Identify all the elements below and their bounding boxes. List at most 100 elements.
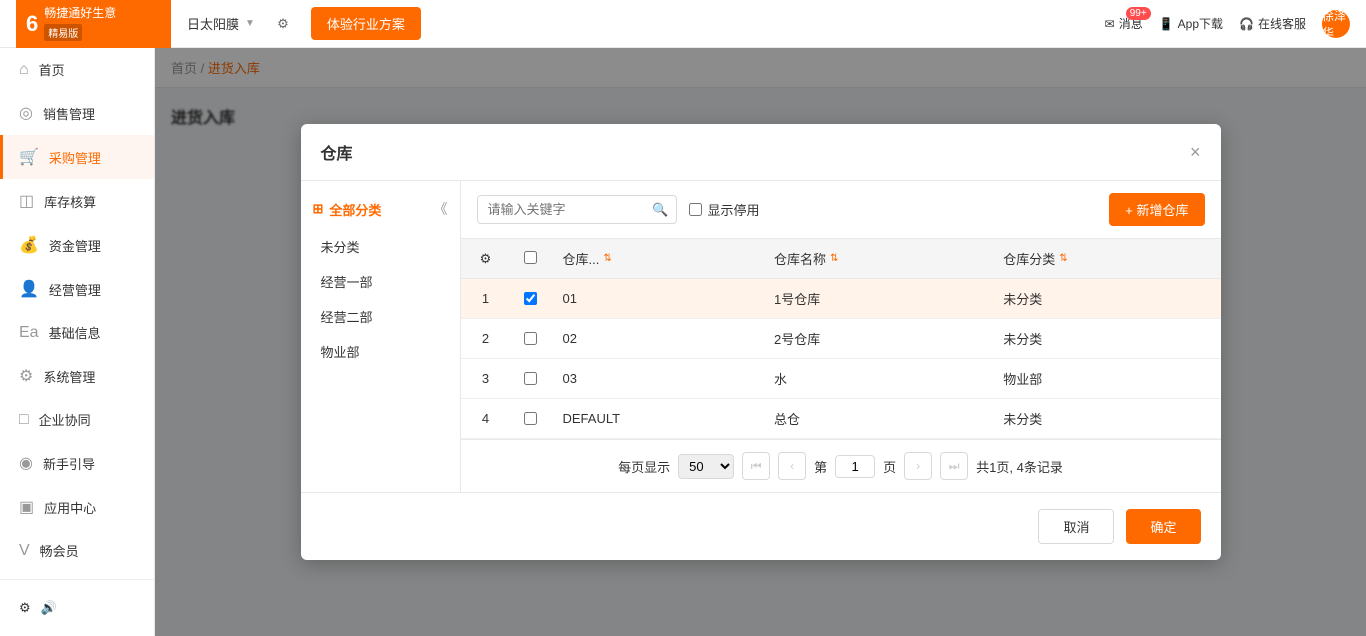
table-row[interactable]: 1 01 1号仓库 未分类 — [461, 279, 1221, 319]
table-wrap: ⚙ 仓库... ⇅ — [461, 239, 1221, 439]
tree-item-property[interactable]: 物业部 — [301, 334, 460, 369]
sidebar-item-inventory[interactable]: ◫ 库存核算 — [0, 179, 154, 223]
sidebar-item-basic[interactable]: Ea 基础信息 — [0, 311, 154, 354]
add-warehouse-button[interactable]: + 新增仓库 — [1109, 193, 1204, 226]
sidebar-item-purchase[interactable]: 🛒 采购管理 — [0, 135, 154, 179]
pagination-wrap: 每页显示 50 10 20 100 ⏮ ‹ 第 页 — [461, 439, 1221, 492]
finance-icon: 💰 — [19, 235, 39, 255]
service-btn[interactable]: 🎧 在线客服 — [1239, 15, 1306, 32]
warehouse-modal: 仓库 × ⊞ 全部分类 《 未分类 — [301, 124, 1221, 560]
tree-item-dept1[interactable]: 经营一部 — [301, 264, 460, 299]
sidebar-item-home[interactable]: ⌂ 首页 — [0, 48, 154, 91]
tree-item-unclassified[interactable]: 未分类 — [301, 229, 460, 264]
operation-icon: 👤 — [19, 279, 39, 299]
store-selector[interactable]: 日太阳膜 ▼ — [187, 14, 255, 33]
trial-button[interactable]: 体验行业方案 — [311, 7, 421, 40]
show-disabled-checkbox[interactable] — [689, 203, 702, 216]
sales-icon: ◎ — [19, 103, 33, 123]
sidebar-label-sales: 销售管理 — [43, 104, 95, 123]
sidebar-item-guide[interactable]: ◉ 新手引导 — [0, 441, 154, 485]
table-row[interactable]: 4 DEFAULT 总仓 未分类 — [461, 399, 1221, 439]
page-size-select[interactable]: 50 10 20 100 — [678, 454, 734, 479]
th-category[interactable]: 仓库分类 ⇅ — [991, 239, 1220, 279]
sidebar-item-enterprise[interactable]: □ 企业协同 — [0, 398, 154, 441]
row-num: 2 — [461, 319, 511, 359]
sidebar-item-operation[interactable]: 👤 经营管理 — [0, 267, 154, 311]
message-icon: ✉ — [1105, 17, 1115, 31]
app-icon: 📱 — [1159, 17, 1174, 31]
sidebar-label-enterprise: 企业协同 — [39, 410, 91, 429]
tree-panel: ⊞ 全部分类 《 未分类 经营一部 经营二部 物业部 — [301, 181, 461, 492]
row-code: DEFAULT — [551, 399, 763, 439]
layout: ⌂ 首页 ◎ 销售管理 🛒 采购管理 ◫ 库存核算 💰 资金管理 👤 经营管理 … — [0, 48, 1366, 636]
modal-header: 仓库 × — [301, 124, 1221, 181]
appcenter-icon: ▣ — [19, 497, 34, 517]
message-badge: 99+ — [1126, 7, 1151, 20]
prev-page-btn[interactable]: ‹ — [778, 452, 806, 480]
row-checkbox[interactable] — [524, 412, 537, 425]
show-disabled-text: 显示停用 — [708, 200, 760, 219]
tree-header: ⊞ 全部分类 《 — [301, 193, 460, 225]
sidebar-item-finance[interactable]: 💰 资金管理 — [0, 223, 154, 267]
message-btn[interactable]: ✉ 消息 99+ — [1105, 15, 1143, 32]
tree-all-category[interactable]: ⊞ 全部分类 — [313, 200, 382, 219]
row-category: 物业部 — [991, 359, 1220, 399]
sidebar-item-system[interactable]: ⚙ 系统管理 — [0, 354, 154, 398]
confirm-button[interactable]: 确定 — [1126, 509, 1200, 544]
row-checkbox[interactable] — [524, 292, 537, 305]
next-page-btn[interactable]: › — [904, 452, 932, 480]
search-input[interactable] — [477, 195, 677, 224]
table-row[interactable]: 3 03 水 物业部 — [461, 359, 1221, 399]
basic-icon: Ea — [19, 324, 39, 342]
page-number-input[interactable] — [835, 455, 875, 478]
sidebar-label-guide: 新手引导 — [43, 454, 95, 473]
table-row[interactable]: 2 02 2号仓库 未分类 — [461, 319, 1221, 359]
row-checkbox[interactable] — [524, 372, 537, 385]
row-code: 01 — [551, 279, 763, 319]
enterprise-icon: □ — [19, 411, 29, 429]
th-name[interactable]: 仓库名称 ⇅ — [762, 239, 991, 279]
th-check-all[interactable] — [524, 251, 537, 264]
row-category: 未分类 — [991, 399, 1220, 439]
search-icon[interactable]: 🔍 — [652, 202, 668, 218]
sidebar-label-home: 首页 — [39, 60, 65, 79]
sidebar-item-appcenter[interactable]: ▣ 应用中心 — [0, 485, 154, 529]
tree-grid-icon: ⊞ — [313, 201, 324, 217]
row-code: 02 — [551, 319, 763, 359]
th-category-label: 仓库分类 — [1003, 249, 1055, 268]
category-sort-icon: ⇅ — [1059, 253, 1067, 264]
first-page-btn[interactable]: ⏮ — [742, 452, 770, 480]
page-label: 第 — [814, 457, 827, 476]
row-checkbox[interactable] — [524, 332, 537, 345]
row-check-cell — [511, 399, 551, 439]
logo-name: 畅捷通好生意 — [44, 6, 116, 22]
row-name: 2号仓库 — [762, 319, 991, 359]
show-disabled-label[interactable]: 显示停用 — [689, 200, 760, 219]
cancel-button[interactable]: 取消 — [1038, 509, 1114, 544]
sidebar-label-finance: 资金管理 — [49, 236, 101, 255]
tree-collapse-button[interactable]: 《 — [434, 199, 448, 219]
settings-icon-btn[interactable]: ⚙ — [267, 8, 299, 40]
th-code[interactable]: 仓库... ⇅ — [551, 239, 763, 279]
page-suffix: 页 — [883, 457, 896, 476]
code-sort-icon: ⇅ — [603, 253, 611, 264]
app-download-btn[interactable]: 📱 App下载 — [1159, 15, 1223, 32]
modal-close-button[interactable]: × — [1190, 143, 1201, 161]
app-label: App下载 — [1178, 15, 1223, 32]
sidebar-settings-btn[interactable]: ⚙ 🔊 — [0, 588, 154, 628]
tree-all-label: 全部分类 — [329, 200, 381, 219]
tree-item-dept2[interactable]: 经营二部 — [301, 299, 460, 334]
sidebar-item-sales[interactable]: ◎ 销售管理 — [0, 91, 154, 135]
modal-overlay: 仓库 × ⊞ 全部分类 《 未分类 — [155, 48, 1366, 636]
th-name-label: 仓库名称 — [774, 249, 826, 268]
sidebar-label-system: 系统管理 — [43, 367, 95, 386]
table-header-row: ⚙ 仓库... ⇅ — [461, 239, 1221, 279]
sidebar: ⌂ 首页 ◎ 销售管理 🛒 采购管理 ◫ 库存核算 💰 资金管理 👤 经营管理 … — [0, 48, 155, 636]
sidebar-label-vip: 畅会员 — [40, 541, 79, 560]
last-page-btn[interactable]: ⏭ — [940, 452, 968, 480]
sidebar-item-vip[interactable]: V 畅会员 — [0, 529, 154, 572]
name-sort-icon: ⇅ — [830, 253, 838, 264]
sidebar-label-purchase: 采购管理 — [49, 148, 101, 167]
th-settings[interactable]: ⚙ — [461, 239, 511, 279]
user-avatar-area[interactable]: 徐泽华 — [1322, 10, 1350, 38]
